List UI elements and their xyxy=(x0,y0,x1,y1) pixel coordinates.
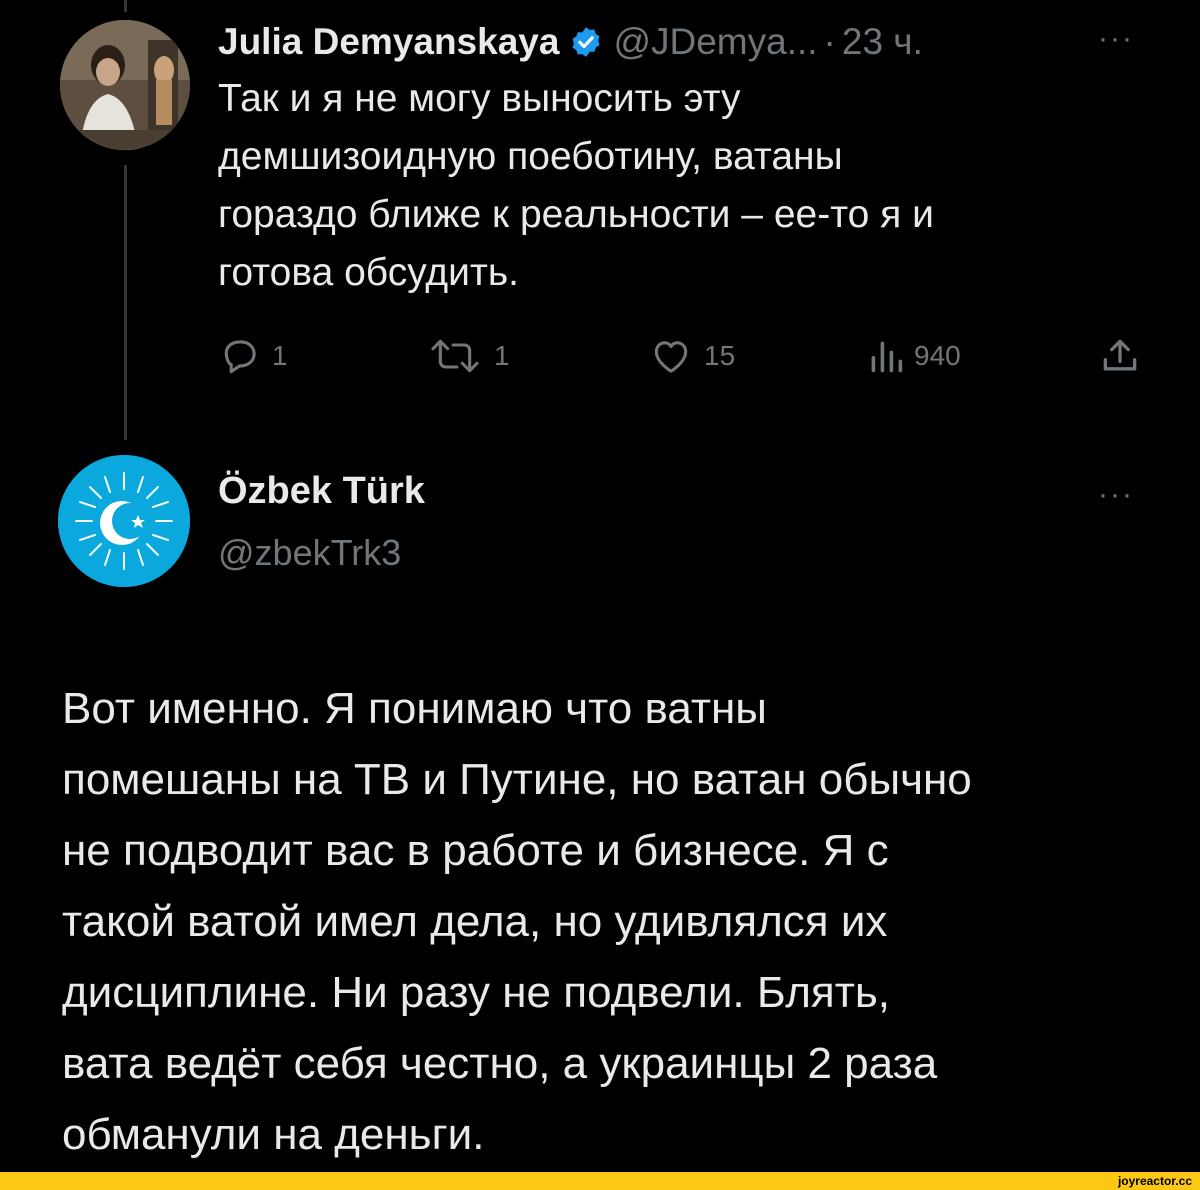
author-handle[interactable]: @JDemya... xyxy=(613,21,817,63)
post2-text: Вот именно. Я понимаю что ватны помешаны… xyxy=(62,684,972,1159)
views-icon xyxy=(871,341,903,373)
retweet-icon xyxy=(431,339,479,373)
view-count: 940 xyxy=(914,340,961,371)
author-name-2[interactable]: Özbek Türk xyxy=(218,470,425,513)
like-count: 15 xyxy=(704,340,736,371)
reply-count: 1 xyxy=(272,340,288,371)
views-button[interactable]: 940 xyxy=(868,332,961,380)
more-options-button-2[interactable]: ··· xyxy=(1098,478,1134,512)
post1-text: Так и я не могу выносить эту демшизоидну… xyxy=(218,77,934,294)
reply-button[interactable]: 1 xyxy=(218,332,288,380)
share-button[interactable] xyxy=(1098,332,1152,380)
more-options-button[interactable]: ··· xyxy=(1098,22,1134,56)
author-name[interactable]: Julia Demyanskaya xyxy=(218,21,559,63)
retweet-count: 1 xyxy=(494,340,510,371)
watermark-bar: joyreactor.cc xyxy=(0,1172,1200,1190)
reply-icon xyxy=(224,340,256,374)
avatar-ozbek[interactable] xyxy=(58,455,190,587)
share-icon xyxy=(1103,339,1137,371)
like-icon xyxy=(654,341,688,373)
crescent-sun-logo-icon xyxy=(58,455,190,587)
thread-connector-line xyxy=(124,165,127,440)
author-handle-2[interactable]: @zbekTrk3 xyxy=(218,532,401,574)
header-separator: · xyxy=(823,21,836,62)
retweet-button[interactable]: 1 xyxy=(426,332,510,380)
verified-badge-icon xyxy=(572,27,601,57)
avatar-photo xyxy=(60,20,190,150)
post1-header: Julia Demyanskaya @JDemya... · 23 ч. xyxy=(218,21,923,63)
like-button[interactable]: 15 xyxy=(648,332,735,380)
watermark-text[interactable]: joyreactor.cc xyxy=(1118,1174,1192,1188)
avatar-julia[interactable] xyxy=(60,20,190,150)
post1-actions: 1 1 15 940 xyxy=(218,332,1148,380)
thread-connector-top xyxy=(124,0,127,12)
post-timestamp[interactable]: 23 ч. xyxy=(842,21,923,63)
